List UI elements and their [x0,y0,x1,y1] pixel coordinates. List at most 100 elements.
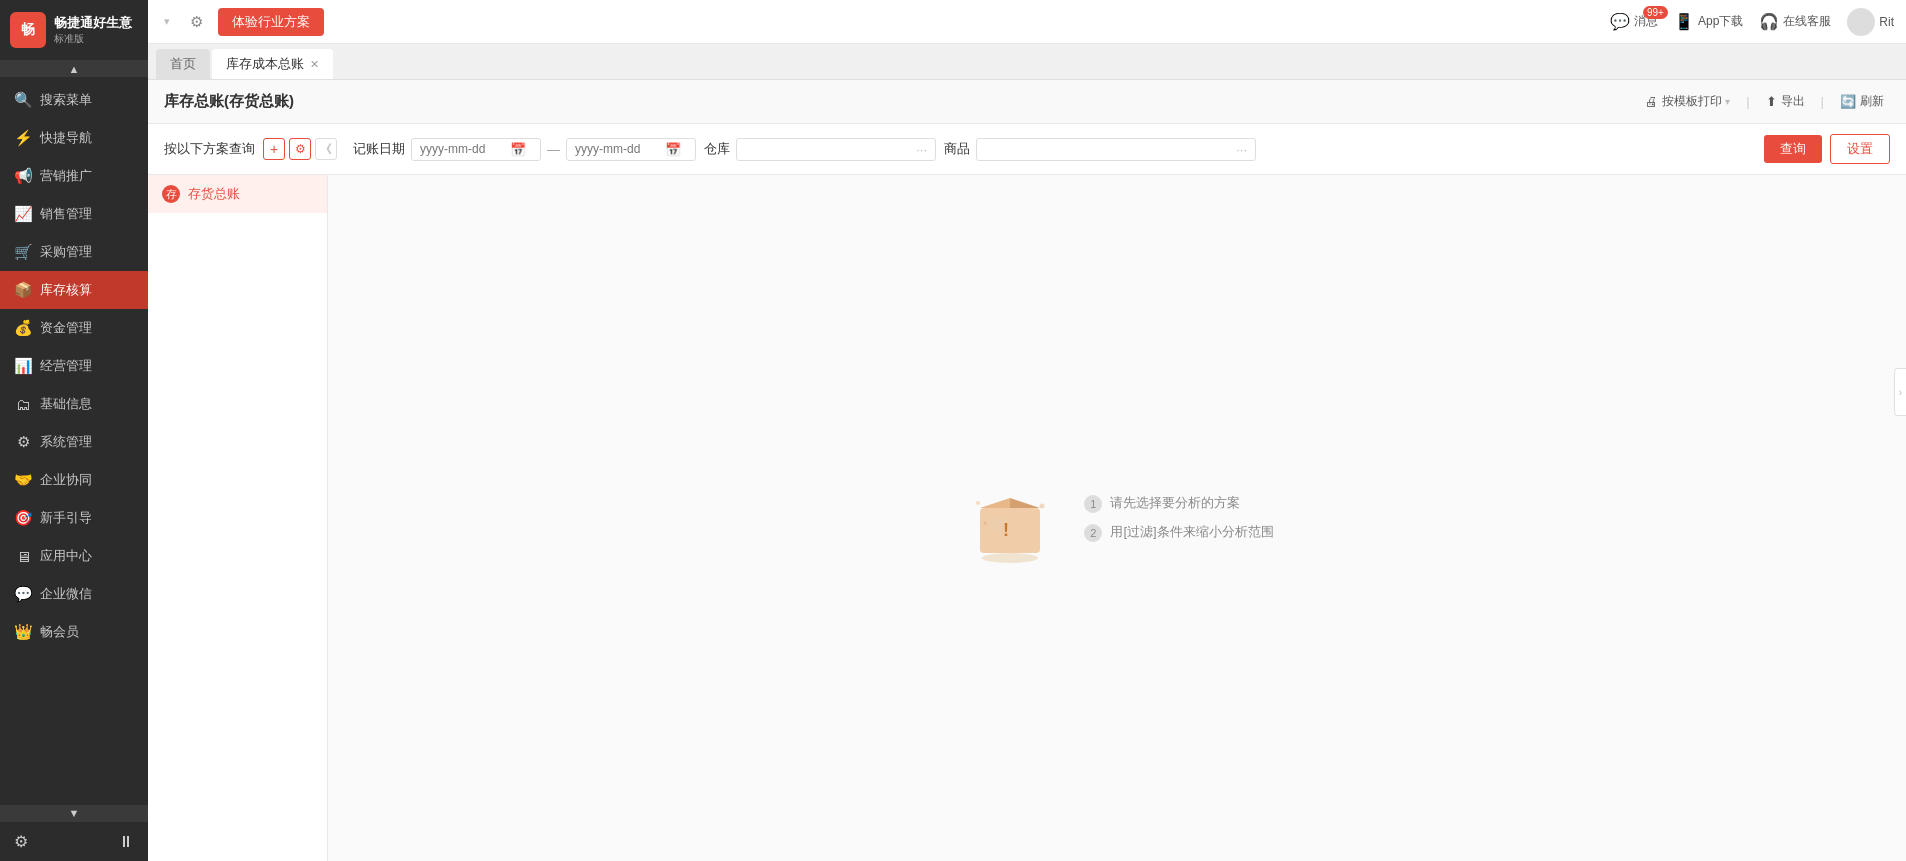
enterprise-icon: 🤝 [14,471,32,489]
scheme-item-icon: 存 [162,185,180,203]
tab-home[interactable]: 首页 [156,49,210,79]
goods-select[interactable]: ··· [976,138,1256,161]
date-end-input[interactable] [575,142,665,156]
tabs-bar: 首页 库存成本总账 ✕ [148,44,1906,80]
export-btn[interactable]: ⬆ 导出 [1760,90,1811,113]
sidebar-item-app-center[interactable]: 🖥 应用中心 [0,537,148,575]
print-btn[interactable]: 🖨 按模板打印 ▾ [1639,90,1736,113]
sidebar-logo: 畅 畅捷通好生意 标准版 [0,0,148,61]
goods-filter-group: 商品 ··· [944,138,1256,161]
app-center-icon: 🖥 [14,548,32,565]
phone-icon: 📱 [1674,12,1694,31]
msg-btn[interactable]: 💬 消息 99+ [1610,12,1658,31]
page-header: 库存总账(存货总账) 🖨 按模板打印 ▾ | ⬆ 导出 | 🔄 刷新 [148,80,1906,124]
logo-text: 畅捷通好生意 标准版 [54,14,132,46]
settings-bottom-icon[interactable]: ⚙ [14,832,28,851]
svg-marker-1 [980,498,1010,508]
sidebar-item-search[interactable]: 🔍 搜索菜单 [0,81,148,119]
print-dropdown-icon[interactable]: ▾ [1725,96,1730,107]
basic-icon: 🗂 [14,396,32,413]
filter-right-actions: 查询 设置 [1764,134,1890,164]
scheme-sidebar: 存 存货总账 [148,175,328,861]
purchase-icon: 🛒 [14,243,32,261]
sidebar-item-basic[interactable]: 🗂 基础信息 [0,385,148,423]
svg-point-5 [982,553,1038,563]
calendar-end-icon[interactable]: 📅 [665,142,681,157]
query-btn[interactable]: 查询 [1764,135,1822,163]
tip-num-2: 2 [1084,524,1102,542]
user-btn[interactable]: Rit [1847,8,1894,36]
quick-nav-icon: ⚡ [14,129,32,147]
date-start-input[interactable] [420,142,510,156]
sidebar-scroll-down[interactable]: ▼ [0,805,148,821]
page-header-actions: 🖨 按模板打印 ▾ | ⬆ 导出 | 🔄 刷新 [1639,90,1890,113]
empty-tip-1: 1 请先选择要分析的方案 [1084,494,1273,513]
warehouse-select[interactable]: ··· [736,138,936,161]
manage-filter-btn[interactable]: ⚙ [289,138,311,160]
msg-badge: 99+ [1643,6,1668,19]
sidebar-item-enterprise[interactable]: 🤝 企业协同 [0,461,148,499]
topbar-settings-icon[interactable]: ⚙ [182,8,210,36]
svg-point-8 [984,522,987,525]
tab-close-icon[interactable]: ✕ [310,58,319,71]
logo-icon: 畅 [10,12,46,48]
collapse-icon[interactable]: ⏸ [118,833,134,851]
top-bar: ▾ ⚙ 体验行业方案 💬 消息 99+ 📱 App下载 🎧 在线客服 Rit [148,0,1906,44]
add-filter-btn[interactable]: + [263,138,285,160]
headset-icon: 🎧 [1759,12,1779,31]
wechat-icon: 💬 [14,585,32,603]
warehouse-label: 仓库 [704,140,730,158]
sidebar-item-purchase[interactable]: 🛒 采购管理 [0,233,148,271]
guide-icon: 🎯 [14,509,32,527]
app-download-btn[interactable]: 📱 App下载 [1674,12,1743,31]
finance-icon: 💰 [14,319,32,337]
sidebar-item-system[interactable]: ⚙ 系统管理 [0,423,148,461]
industry-btn[interactable]: 体验行业方案 [218,8,324,36]
date-end-wrap[interactable]: 📅 [566,138,696,161]
filter-icons: + ⚙ 《 [263,138,337,160]
goods-more-icon[interactable]: ··· [1236,142,1247,157]
sidebar-item-vip[interactable]: 👑 畅会员 [0,613,148,651]
collapse-filter-btn[interactable]: 《 [315,138,337,160]
print-icon: 🖨 [1645,94,1658,109]
vip-icon: 👑 [14,623,32,641]
date-start-wrap[interactable]: 📅 [411,138,541,161]
sidebar-item-guide[interactable]: 🎯 新手引导 [0,499,148,537]
system-icon: ⚙ [14,433,32,451]
divider2: | [1821,94,1824,109]
main-area: ▾ ⚙ 体验行业方案 💬 消息 99+ 📱 App下载 🎧 在线客服 Rit [148,0,1906,861]
tip-num-1: 1 [1084,495,1102,513]
svg-point-6 [976,501,980,505]
empty-state: ! 1 请先选择要分析的方案 [328,175,1906,861]
refresh-btn[interactable]: 🔄 刷新 [1834,90,1890,113]
sidebar-item-inventory[interactable]: 📦 库存核算 [0,271,148,309]
warehouse-more-icon[interactable]: ··· [916,142,927,157]
empty-tip-2: 2 用[过滤]条件来缩小分析范围 [1084,523,1273,542]
svg-text:!: ! [1003,520,1009,540]
sidebar-item-marketing[interactable]: 📢 营销推广 [0,157,148,195]
inventory-icon: 📦 [14,281,32,299]
sidebar-item-finance[interactable]: 💰 资金管理 [0,309,148,347]
filter-label: 按以下方案查询 [164,140,255,158]
sidebar-item-quick-nav[interactable]: ⚡ 快捷导航 [0,119,148,157]
content-split: 存 存货总账 [148,175,1906,861]
refresh-icon: 🔄 [1840,94,1856,109]
sidebar-item-wechat[interactable]: 💬 企业微信 [0,575,148,613]
sales-icon: 📈 [14,205,32,223]
service-btn[interactable]: 🎧 在线客服 [1759,12,1831,31]
empty-tips: 1 请先选择要分析的方案 2 用[过滤]条件来缩小分析范围 [1084,494,1273,542]
settings-btn[interactable]: 设置 [1830,134,1890,164]
sidebar-item-management[interactable]: 📊 经营管理 [0,347,148,385]
chevron-icon: ▾ [164,15,170,28]
breadcrumb: ▾ [160,15,174,28]
tab-inventory-cost[interactable]: 库存成本总账 ✕ [212,49,333,79]
right-panel-collapse-btn[interactable]: › [1894,368,1906,416]
svg-marker-2 [1010,498,1040,508]
scheme-item-inventory-ledger[interactable]: 存 存货总账 [148,175,327,213]
date-input-group: 📅 — 📅 [411,138,696,161]
sidebar-nav: 🔍 搜索菜单 ⚡ 快捷导航 📢 营销推广 📈 销售管理 🛒 采购管理 📦 库存核… [0,77,148,805]
sidebar-scroll-up[interactable]: ▲ [0,61,148,77]
sidebar-item-sales[interactable]: 📈 销售管理 [0,195,148,233]
calendar-start-icon[interactable]: 📅 [510,142,526,157]
filter-bar: 按以下方案查询 + ⚙ 《 记账日期 📅 — 📅 [148,124,1906,175]
